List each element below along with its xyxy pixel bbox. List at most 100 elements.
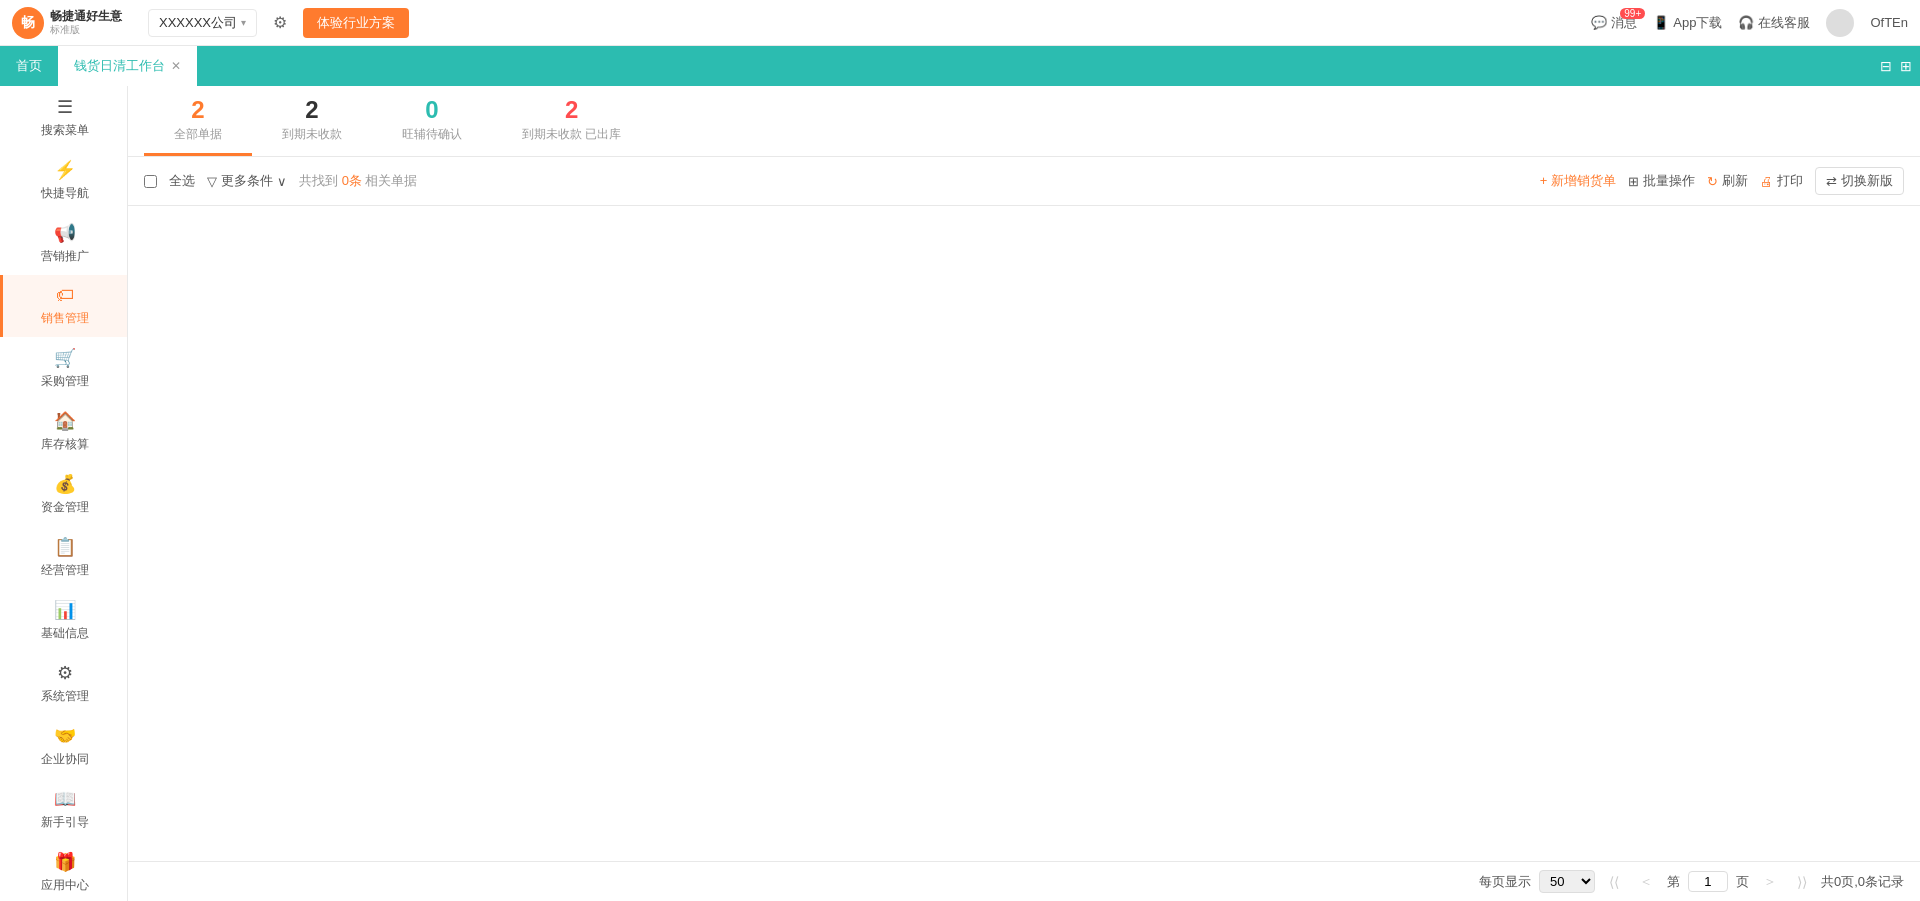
refresh-label: 刷新	[1722, 172, 1748, 190]
pagination: 每页显示 50 100 200 ⟨⟨ ＜ 第 页 ＞ ⟩⟩ 共0页,0条记录	[128, 861, 1920, 901]
stat-num-wangpu: 0	[425, 96, 438, 124]
sidebar-item-business[interactable]: 📋 经营管理	[0, 526, 127, 589]
switch-icon: ⇄	[1826, 174, 1837, 189]
sidebar-item-system[interactable]: ⚙ 系统管理	[0, 652, 127, 715]
print-icon: 🖨	[1760, 174, 1773, 189]
inventory-icon: 🏠	[54, 410, 76, 432]
sidebar-item-label: 采购管理	[41, 373, 89, 390]
sidebar-item-label: 搜索菜单	[41, 122, 89, 139]
toolbar-right: + 新增销货单 ⊞ 批量操作 ↻ 刷新 🖨 打印 ⇄ 切换新版	[1540, 167, 1904, 195]
page-suffix: 页	[1736, 873, 1749, 891]
trial-button[interactable]: 体验行业方案	[303, 8, 409, 38]
avatar	[1826, 9, 1854, 37]
next-page-button[interactable]: ＞	[1757, 871, 1783, 893]
top-header: 畅 畅捷通好生意 标准版 XXXXXX公司 ▾ ⚙ 体验行业方案 💬 消息 99…	[0, 0, 1920, 46]
sidebar-item-basic[interactable]: 📊 基础信息	[0, 589, 127, 652]
tab-home[interactable]: 首页	[0, 46, 58, 86]
stat-tab-wangpu[interactable]: 0 旺辅待确认	[372, 86, 492, 156]
online-service-button[interactable]: 🎧 在线客服	[1738, 14, 1810, 32]
content-area: 2 全部单据 2 到期未收款 0 旺辅待确认 2 到期未收款 已出库 全选 ▽ …	[128, 86, 1920, 901]
sidebar-item-label: 快捷导航	[41, 185, 89, 202]
settings-button[interactable]: ⚙	[265, 8, 295, 38]
app-download-button[interactable]: 📱 App下载	[1653, 14, 1722, 32]
purchase-icon: 🛒	[54, 347, 76, 369]
stat-label-wangpu: 旺辅待确认	[402, 126, 462, 143]
batch-operation-button[interactable]: ⊞ 批量操作	[1628, 172, 1695, 190]
batch-label: 批量操作	[1643, 172, 1695, 190]
tab-bar-actions: ⊟ ⊞	[1880, 46, 1920, 86]
first-page-button[interactable]: ⟨⟨	[1603, 872, 1625, 892]
company-selector[interactable]: XXXXXX公司 ▾	[148, 9, 257, 37]
business-icon: 📋	[54, 536, 76, 558]
tab-expand-icon[interactable]: ⊞	[1900, 58, 1912, 74]
sidebar-item-label: 销售管理	[41, 310, 89, 327]
sidebar-item-label: 新手引导	[41, 814, 89, 831]
sidebar-item-apps[interactable]: 🎁 应用中心	[0, 841, 127, 901]
filter-button[interactable]: ▽ 更多条件 ∨	[207, 172, 287, 190]
tab-minimize-icon[interactable]: ⊟	[1880, 58, 1892, 74]
sidebar-item-label: 经营管理	[41, 562, 89, 579]
sidebar-item-guide[interactable]: 📖 新手引导	[0, 778, 127, 841]
switch-version-button[interactable]: ⇄ 切换新版	[1815, 167, 1904, 195]
filter-label: 更多条件	[221, 172, 273, 190]
sidebar-item-label: 资金管理	[41, 499, 89, 516]
last-page-button[interactable]: ⟩⟩	[1791, 872, 1813, 892]
add-sales-order-button[interactable]: + 新增销货单	[1540, 172, 1616, 190]
logo-icon: 畅	[12, 7, 44, 39]
sidebar-item-inventory[interactable]: 🏠 库存核算	[0, 400, 127, 463]
logo-sub: 标准版	[50, 24, 122, 36]
username: OfTEn	[1870, 15, 1908, 30]
search-menu-icon: ☰	[57, 96, 73, 118]
page-number-input[interactable]	[1688, 871, 1728, 892]
logo-area: 畅 畅捷通好生意 标准版	[12, 7, 140, 39]
found-count: 0条	[342, 173, 362, 188]
print-button[interactable]: 🖨 打印	[1760, 172, 1803, 190]
message-badge: 99+	[1620, 8, 1645, 19]
guide-icon: 📖	[54, 788, 76, 810]
stat-num-all: 2	[191, 96, 204, 124]
stat-label-shipped: 到期未收款 已出库	[522, 126, 621, 143]
marketing-icon: 📢	[54, 222, 76, 244]
prev-page-button[interactable]: ＜	[1633, 871, 1659, 893]
total-info: 共0页,0条记录	[1821, 873, 1904, 891]
filter-icon: ▽	[207, 174, 217, 189]
stat-num-overdue: 2	[305, 96, 318, 124]
sidebar-item-label: 库存核算	[41, 436, 89, 453]
select-all-checkbox[interactable]	[144, 175, 157, 188]
sidebar-item-search[interactable]: ☰ 搜索菜单	[0, 86, 127, 149]
sidebar-item-purchase[interactable]: 🛒 采购管理	[0, 337, 127, 400]
sidebar-item-label: 企业协同	[41, 751, 89, 768]
sidebar-item-quicknav[interactable]: ⚡ 快捷导航	[0, 149, 127, 212]
sidebar: ☰ 搜索菜单 ⚡ 快捷导航 📢 营销推广 🏷 销售管理 🛒 采购管理 🏠 库存核…	[0, 86, 128, 901]
stat-tab-shipped[interactable]: 2 到期未收款 已出库	[492, 86, 651, 156]
quick-nav-icon: ⚡	[54, 159, 76, 181]
sidebar-item-label: 营销推广	[41, 248, 89, 265]
page-size-select[interactable]: 50 100 200	[1539, 870, 1595, 893]
switch-label: 切换新版	[1841, 172, 1893, 190]
logo-name: 畅捷通好生意	[50, 9, 122, 23]
message-icon: 💬	[1591, 15, 1607, 30]
found-suffix: 相关单据	[365, 173, 417, 188]
sidebar-item-marketing[interactable]: 📢 营销推广	[0, 212, 127, 275]
refresh-icon: ↻	[1707, 174, 1718, 189]
sidebar-item-label: 系统管理	[41, 688, 89, 705]
chevron-icon: ∨	[277, 174, 287, 189]
tab-bar: 首页 钱货日清工作台 ✕ ⊟ ⊞	[0, 46, 1920, 86]
refresh-button[interactable]: ↻ 刷新	[1707, 172, 1748, 190]
company-name: XXXXXX公司	[159, 14, 237, 32]
print-label: 打印	[1777, 172, 1803, 190]
found-prefix: 共找到	[299, 173, 338, 188]
stat-num-shipped: 2	[565, 96, 578, 124]
sidebar-item-finance[interactable]: 💰 资金管理	[0, 463, 127, 526]
basic-icon: 📊	[54, 599, 76, 621]
stat-tab-overdue[interactable]: 2 到期未收款	[252, 86, 372, 156]
tab-close-icon[interactable]: ✕	[171, 59, 181, 73]
stat-tab-all[interactable]: 2 全部单据	[144, 86, 252, 156]
sidebar-item-collab[interactable]: 🤝 企业协同	[0, 715, 127, 778]
found-info: 共找到 0条 相关单据	[299, 172, 417, 190]
batch-icon: ⊞	[1628, 174, 1639, 189]
sidebar-item-sales[interactable]: 🏷 销售管理	[0, 275, 127, 337]
download-icon: 📱	[1653, 15, 1669, 30]
tab-workbench[interactable]: 钱货日清工作台 ✕	[58, 46, 197, 86]
message-button[interactable]: 💬 消息 99+	[1591, 14, 1637, 32]
